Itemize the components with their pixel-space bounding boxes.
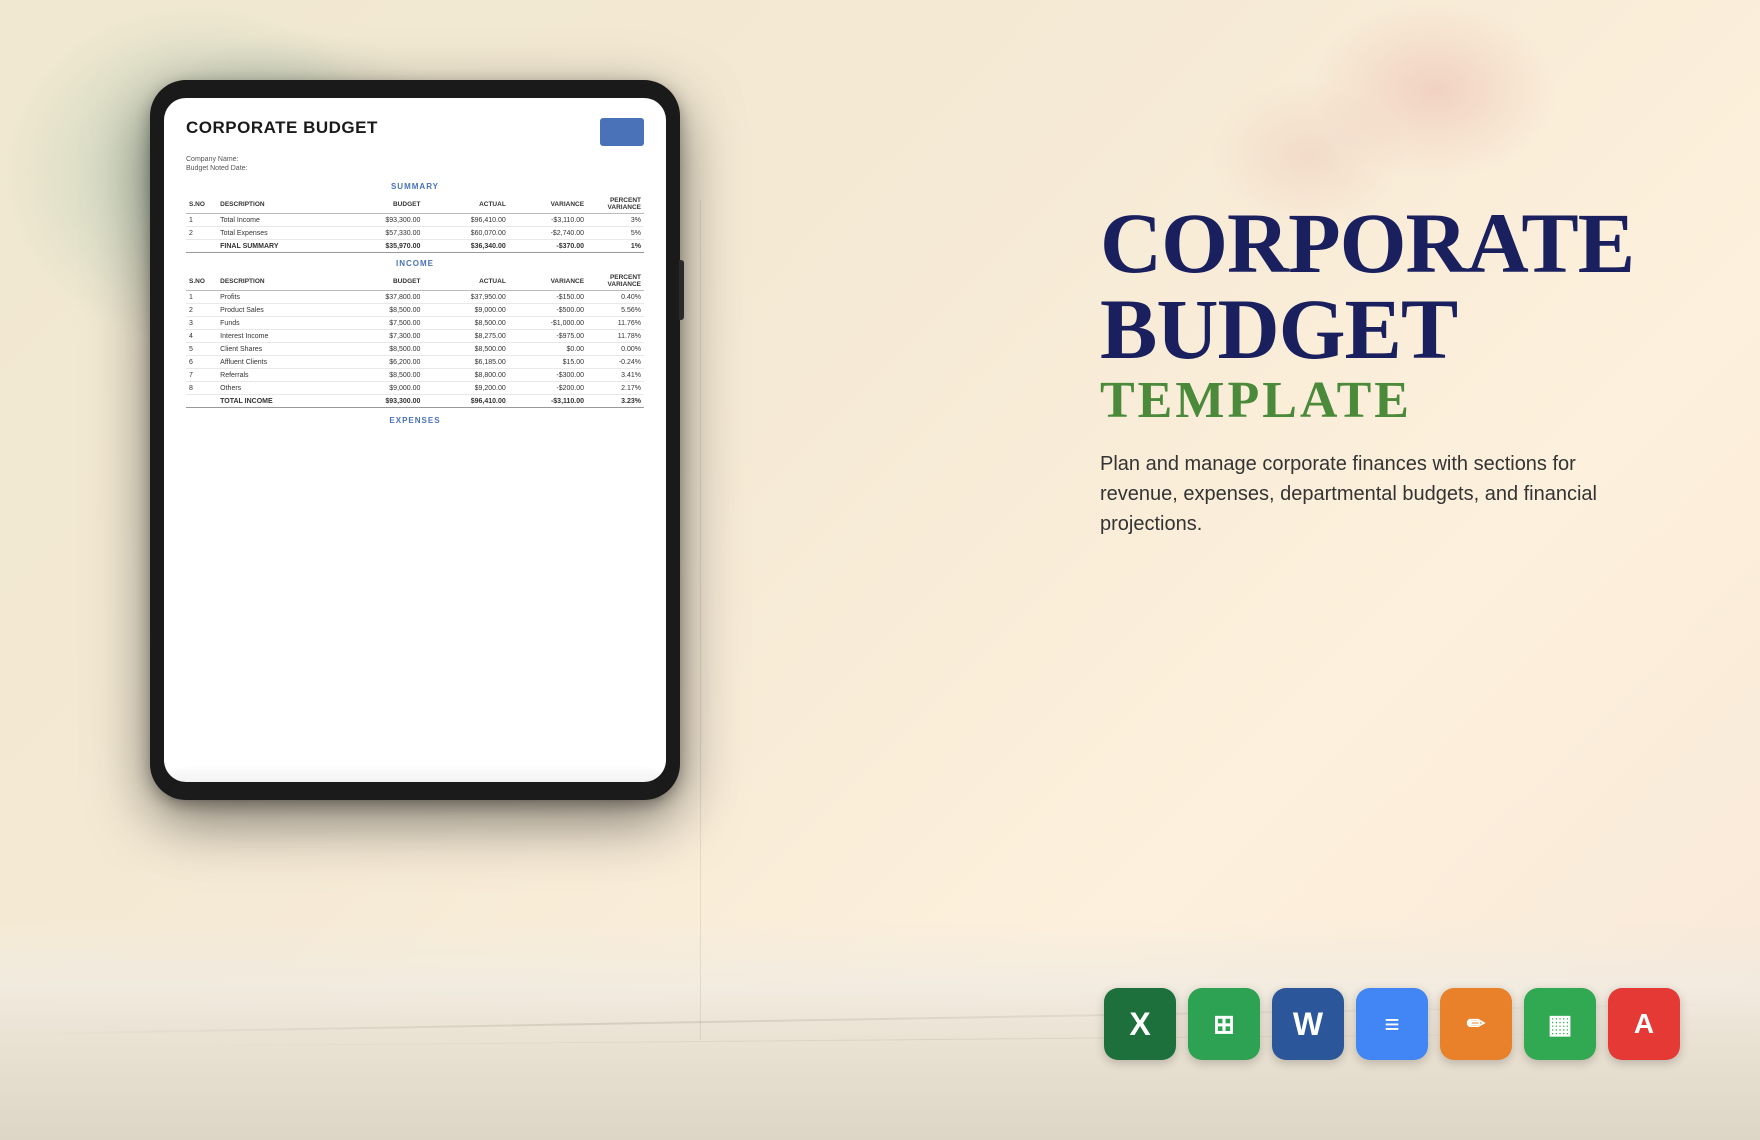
income-col-budget: BUDGET [338,272,423,291]
summary-final-percent: 1% [587,240,644,253]
excel-icon[interactable]: X [1104,988,1176,1060]
summary-col-sno: S.NO [186,195,217,214]
logo-box [600,118,644,146]
summary-col-variance: VARIANCE [509,195,587,214]
pages-icon[interactable]: ✏ [1440,988,1512,1060]
tablet: CORPORATE BUDGET Company Name: Budget No… [150,80,680,800]
main-title-line1: CORPORATE [1100,200,1680,286]
table-row: 4 Interest Income $7,300.00 $8,275.00 -$… [186,330,644,343]
summary-final-row: FINAL SUMMARY $35,970.00 $36,340.00 -$37… [186,240,644,253]
summary-col-percent: PERCENT VARIANCE [587,195,644,214]
company-name-label: Company Name: [186,156,644,163]
word-icon[interactable]: W [1272,988,1344,1060]
template-label: TEMPLATE [1100,372,1680,429]
table-row: 3 Funds $7,500.00 $8,500.00 -$1,000.00 1… [186,317,644,330]
summary-table: S.NO DESCRIPTION BUDGET ACTUAL VARIANCE … [186,195,644,253]
table-row: 7 Referrals $8,500.00 $8,800.00 -$300.00… [186,369,644,382]
numbers-icon[interactable]: ▦ [1524,988,1596,1060]
pdf-icon[interactable]: A [1608,988,1680,1060]
table-row: 8 Others $9,000.00 $9,200.00 -$200.00 2.… [186,382,644,395]
summary-col-budget: BUDGET [338,195,423,214]
summary-final-variance: -$370.00 [509,240,587,253]
tablet-reflection [170,764,660,800]
budget-date-label: Budget Noted Date: [186,165,644,172]
income-total-label: TOTAL INCOME [217,395,338,408]
main-title-line2: BUDGET [1100,286,1680,372]
summary-final-label: FINAL SUMMARY [217,240,338,253]
income-col-actual: ACTUAL [423,272,508,291]
income-total-budget: $93,300.00 [338,395,423,408]
table-row: 5 Client Shares $8,500.00 $8,500.00 $0.0… [186,343,644,356]
income-total-variance: -$3,110.00 [509,395,587,408]
summary-col-actual: ACTUAL [423,195,508,214]
income-table: S.NO DESCRIPTION BUDGET ACTUAL VARIANCE … [186,272,644,408]
summary-col-desc: DESCRIPTION [217,195,338,214]
table-row: 6 Affluent Clients $6,200.00 $6,185.00 $… [186,356,644,369]
income-total-row: TOTAL INCOME $93,300.00 $96,410.00 -$3,1… [186,395,644,408]
expenses-section-header: EXPENSES [186,416,644,425]
app-icons-row: X ⊞ W ≡ ✏ ▦ A [1104,988,1680,1060]
income-total-percent: 3.23% [587,395,644,408]
right-panel: CORPORATE BUDGET TEMPLATE Plan and manag… [1100,200,1680,539]
table-row: 2 Product Sales $8,500.00 $9,000.00 -$50… [186,304,644,317]
income-col-sno: S.NO [186,272,217,291]
spreadsheet: CORPORATE BUDGET Company Name: Budget No… [164,98,666,782]
description-text: Plan and manage corporate finances with … [1100,449,1620,539]
summary-final-actual: $36,340.00 [423,240,508,253]
tablet-power-button [679,260,684,320]
summary-final-budget: $35,970.00 [338,240,423,253]
income-total-actual: $96,410.00 [423,395,508,408]
table-row: 1 Total Income $93,300.00 $96,410.00 -$3… [186,214,644,227]
tablet-body: CORPORATE BUDGET Company Name: Budget No… [150,80,680,800]
income-col-desc: DESCRIPTION [217,272,338,291]
google-docs-icon[interactable]: ≡ [1356,988,1428,1060]
income-col-variance: VARIANCE [509,272,587,291]
divider [700,200,701,1040]
sheet-meta: Company Name: Budget Noted Date: [186,156,644,172]
spreadsheet-title: CORPORATE BUDGET [186,118,378,138]
summary-section-header: SUMMARY [186,182,644,191]
google-sheets-icon[interactable]: ⊞ [1188,988,1260,1060]
income-section-header: INCOME [186,259,644,268]
income-col-percent: PERCENT VARIANCE [587,272,644,291]
table-row: 1 Profits $37,800.00 $37,950.00 -$150.00… [186,291,644,304]
tablet-screen: CORPORATE BUDGET Company Name: Budget No… [164,98,666,782]
sheet-header: CORPORATE BUDGET [186,118,644,146]
table-row: 2 Total Expenses $57,330.00 $60,070.00 -… [186,227,644,240]
